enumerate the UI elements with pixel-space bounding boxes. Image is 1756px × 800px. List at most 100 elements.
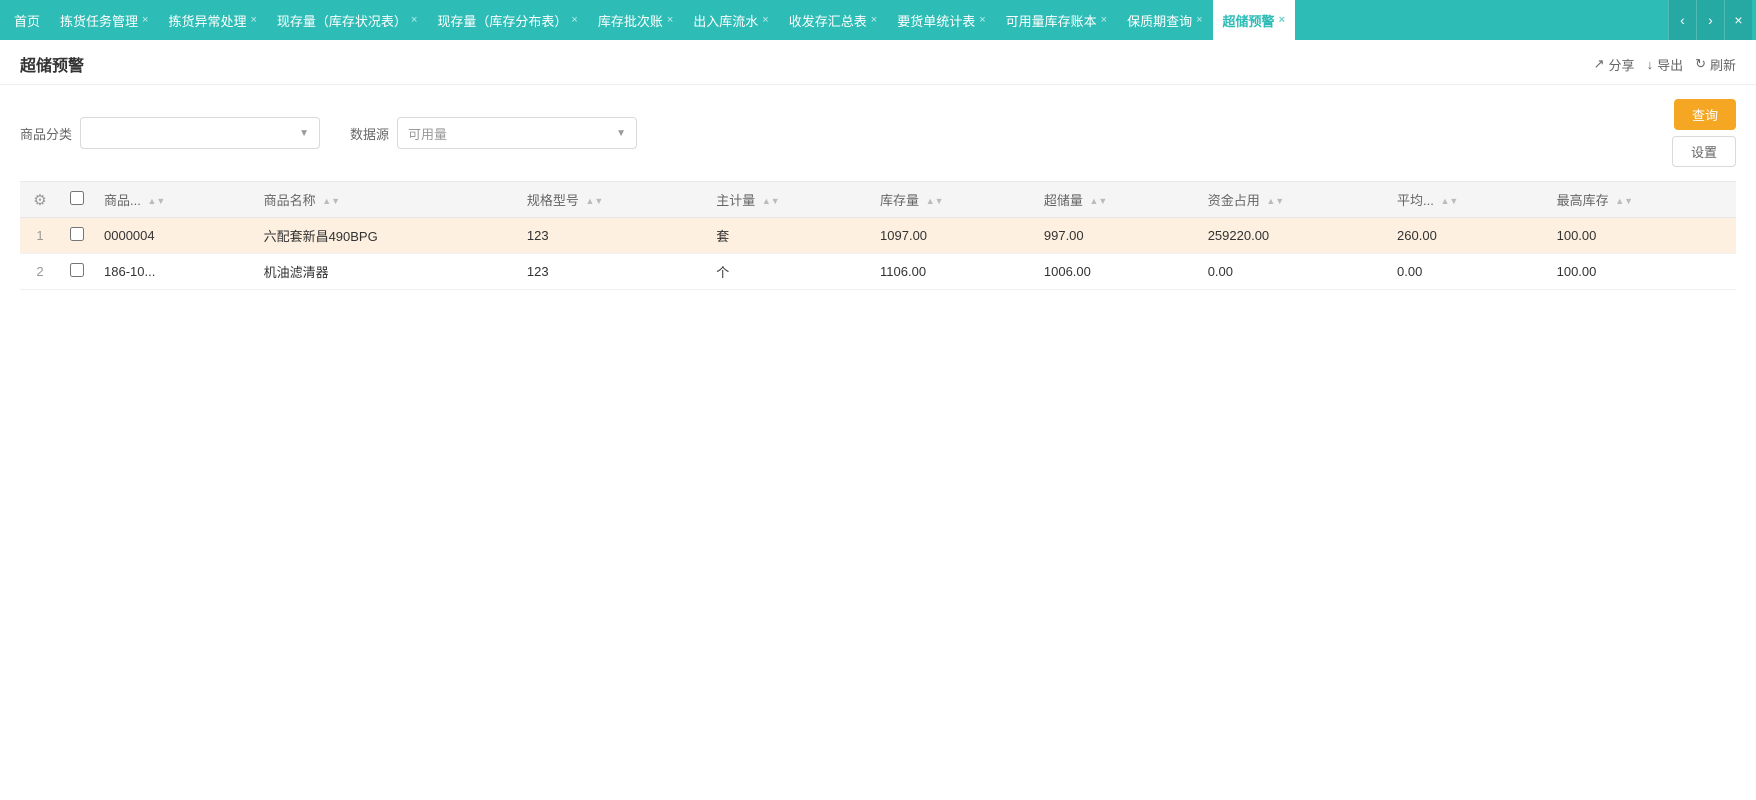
column-product-code[interactable]: 商品... ▲▼ xyxy=(94,182,254,218)
row-number: 1 xyxy=(20,218,60,254)
cell-spec: 123 xyxy=(517,254,706,290)
sort-arrows-icon: ▲▼ xyxy=(1090,197,1108,206)
share-button[interactable]: ↗ 分享 xyxy=(1594,55,1635,74)
nav-label: 现存量（库存状况表） xyxy=(277,11,407,30)
cell-overstock: 1006.00 xyxy=(1034,254,1198,290)
column-avg[interactable]: 平均... ▲▼ xyxy=(1387,182,1547,218)
nav-item-home[interactable]: 首页 xyxy=(4,0,50,40)
nav-arrows: ‹ › × xyxy=(1668,0,1752,40)
sort-arrows-icon: ▲▼ xyxy=(586,197,604,206)
sort-arrows-icon: ▲▼ xyxy=(1266,197,1284,206)
column-label: 最高库存 xyxy=(1557,193,1609,208)
refresh-label: 刷新 xyxy=(1710,55,1736,74)
column-checkbox-header xyxy=(60,182,94,218)
nav-item-available[interactable]: 可用量库存账本 × xyxy=(996,0,1117,40)
sort-arrows-icon: ▲▼ xyxy=(1615,197,1633,206)
column-max-stock[interactable]: 最高库存 ▲▼ xyxy=(1547,182,1736,218)
table-header-row: ⚙ 商品... ▲▼ 商品名称 ▲▼ 规格型号 ▲▼ 主计 xyxy=(20,182,1736,218)
cell-max-stock: 100.00 xyxy=(1547,254,1736,290)
nav-close-active-icon[interactable]: × xyxy=(1279,14,1285,26)
column-stock[interactable]: 库存量 ▲▼ xyxy=(870,182,1034,218)
category-filter-label: 商品分类 xyxy=(20,124,72,143)
cell-product-name: 机油滤清器 xyxy=(254,254,517,290)
cell-product-code: 0000004 xyxy=(94,218,254,254)
column-settings-header: ⚙ xyxy=(20,182,60,218)
sort-arrows-icon: ▲▼ xyxy=(762,197,780,206)
nav-label: 拣货任务管理 xyxy=(60,11,138,30)
column-label: 商品名称 xyxy=(264,193,316,208)
datasource-select[interactable]: 可用量 ▼ xyxy=(397,117,637,149)
settings-button[interactable]: 设置 xyxy=(1672,136,1736,167)
data-table: ⚙ 商品... ▲▼ 商品名称 ▲▼ 规格型号 ▲▼ 主计 xyxy=(20,181,1736,290)
nav-close-icon[interactable]: × xyxy=(762,14,768,26)
nav-close-icon[interactable]: × xyxy=(979,14,985,26)
export-label: 导出 xyxy=(1657,55,1683,74)
header-actions: ↗ 分享 ↓ 导出 ↻ 刷新 xyxy=(1594,55,1736,74)
nav-label: 要货单统计表 xyxy=(897,11,975,30)
table-row: 2 186-10... 机油滤清器 123 个 1106.00 1006.00 … xyxy=(20,254,1736,290)
sort-arrows-icon: ▲▼ xyxy=(926,197,944,206)
nav-close-icon[interactable]: × xyxy=(871,14,877,26)
cell-product-name: 六配套新昌490BPG xyxy=(254,218,517,254)
nav-more-arrow[interactable]: × xyxy=(1724,0,1752,40)
column-product-name[interactable]: 商品名称 ▲▼ xyxy=(254,182,517,218)
export-button[interactable]: ↓ 导出 xyxy=(1647,55,1684,74)
nav-label: 现存量（库存分布表） xyxy=(437,11,567,30)
row-checkbox[interactable] xyxy=(70,227,84,241)
nav-close-icon[interactable]: × xyxy=(667,14,673,26)
row-checkbox[interactable] xyxy=(70,263,84,277)
chevron-down-icon: ▼ xyxy=(299,128,309,139)
nav-close-icon[interactable]: × xyxy=(411,14,417,26)
nav-label: 可用量库存账本 xyxy=(1006,11,1097,30)
column-spec[interactable]: 规格型号 ▲▼ xyxy=(517,182,706,218)
column-capital[interactable]: 资金占用 ▲▼ xyxy=(1198,182,1387,218)
nav-item-shelf-life[interactable]: 保质期查询 × xyxy=(1117,0,1212,40)
column-label: 主计量 xyxy=(716,193,755,208)
cell-stock: 1106.00 xyxy=(870,254,1034,290)
filter-area: 商品分类 ▼ 数据源 可用量 ▼ 查询 设置 xyxy=(0,85,1756,181)
column-label: 超储量 xyxy=(1044,193,1083,208)
sort-arrows-icon: ▲▼ xyxy=(322,197,340,206)
category-select[interactable]: ▼ xyxy=(80,117,320,149)
nav-item-picking-exception[interactable]: 拣货异常处理 × xyxy=(158,0,266,40)
query-button[interactable]: 查询 xyxy=(1674,99,1736,130)
chevron-down-icon: ▼ xyxy=(616,128,626,139)
nav-close-icon[interactable]: × xyxy=(1101,14,1107,26)
share-label: 分享 xyxy=(1609,55,1635,74)
column-unit[interactable]: 主计量 ▲▼ xyxy=(706,182,870,218)
nav-close-icon[interactable]: × xyxy=(142,14,148,26)
nav-item-requisition[interactable]: 要货单统计表 × xyxy=(887,0,995,40)
filter-buttons: 查询 设置 xyxy=(1672,99,1736,167)
nav-item-collect[interactable]: 收发存汇总表 × xyxy=(779,0,887,40)
nav-item-batch-account[interactable]: 库存批次账 × xyxy=(588,0,683,40)
nav-close-icon[interactable]: × xyxy=(1196,14,1202,26)
cell-max-stock: 100.00 xyxy=(1547,218,1736,254)
nav-item-stock-dist[interactable]: 现存量（库存分布表） × xyxy=(427,0,587,40)
nav-item-overstock[interactable]: 超储预警 × xyxy=(1213,0,1295,40)
cell-spec: 123 xyxy=(517,218,706,254)
column-label: 平均... xyxy=(1397,193,1434,208)
nav-label: 保质期查询 xyxy=(1127,11,1192,30)
page-header: 超储预警 ↗ 分享 ↓ 导出 ↻ 刷新 xyxy=(0,40,1756,85)
nav-close-icon[interactable]: × xyxy=(250,14,256,26)
nav-label: 收发存汇总表 xyxy=(789,11,867,30)
cell-product-code: 186-10... xyxy=(94,254,254,290)
cell-avg: 0.00 xyxy=(1387,254,1547,290)
nav-prev-arrow[interactable]: ‹ xyxy=(1668,0,1696,40)
nav-label: 出入库流水 xyxy=(693,11,758,30)
nav-item-picking-task[interactable]: 拣货任务管理 × xyxy=(50,0,158,40)
cell-stock: 1097.00 xyxy=(870,218,1034,254)
nav-close-icon[interactable]: × xyxy=(571,14,577,26)
nav-next-arrow[interactable]: › xyxy=(1696,0,1724,40)
gear-icon[interactable]: ⚙ xyxy=(33,192,46,209)
cell-avg: 260.00 xyxy=(1387,218,1547,254)
cell-unit: 套 xyxy=(706,218,870,254)
column-label: 商品... xyxy=(104,193,141,208)
refresh-button[interactable]: ↻ 刷新 xyxy=(1695,55,1736,74)
select-all-checkbox[interactable] xyxy=(70,191,84,205)
row-checkbox-cell xyxy=(60,218,94,254)
nav-item-flow[interactable]: 出入库流水 × xyxy=(683,0,778,40)
column-overstock[interactable]: 超储量 ▲▼ xyxy=(1034,182,1198,218)
column-label: 规格型号 xyxy=(527,193,579,208)
nav-item-stock-status[interactable]: 现存量（库存状况表） × xyxy=(267,0,427,40)
